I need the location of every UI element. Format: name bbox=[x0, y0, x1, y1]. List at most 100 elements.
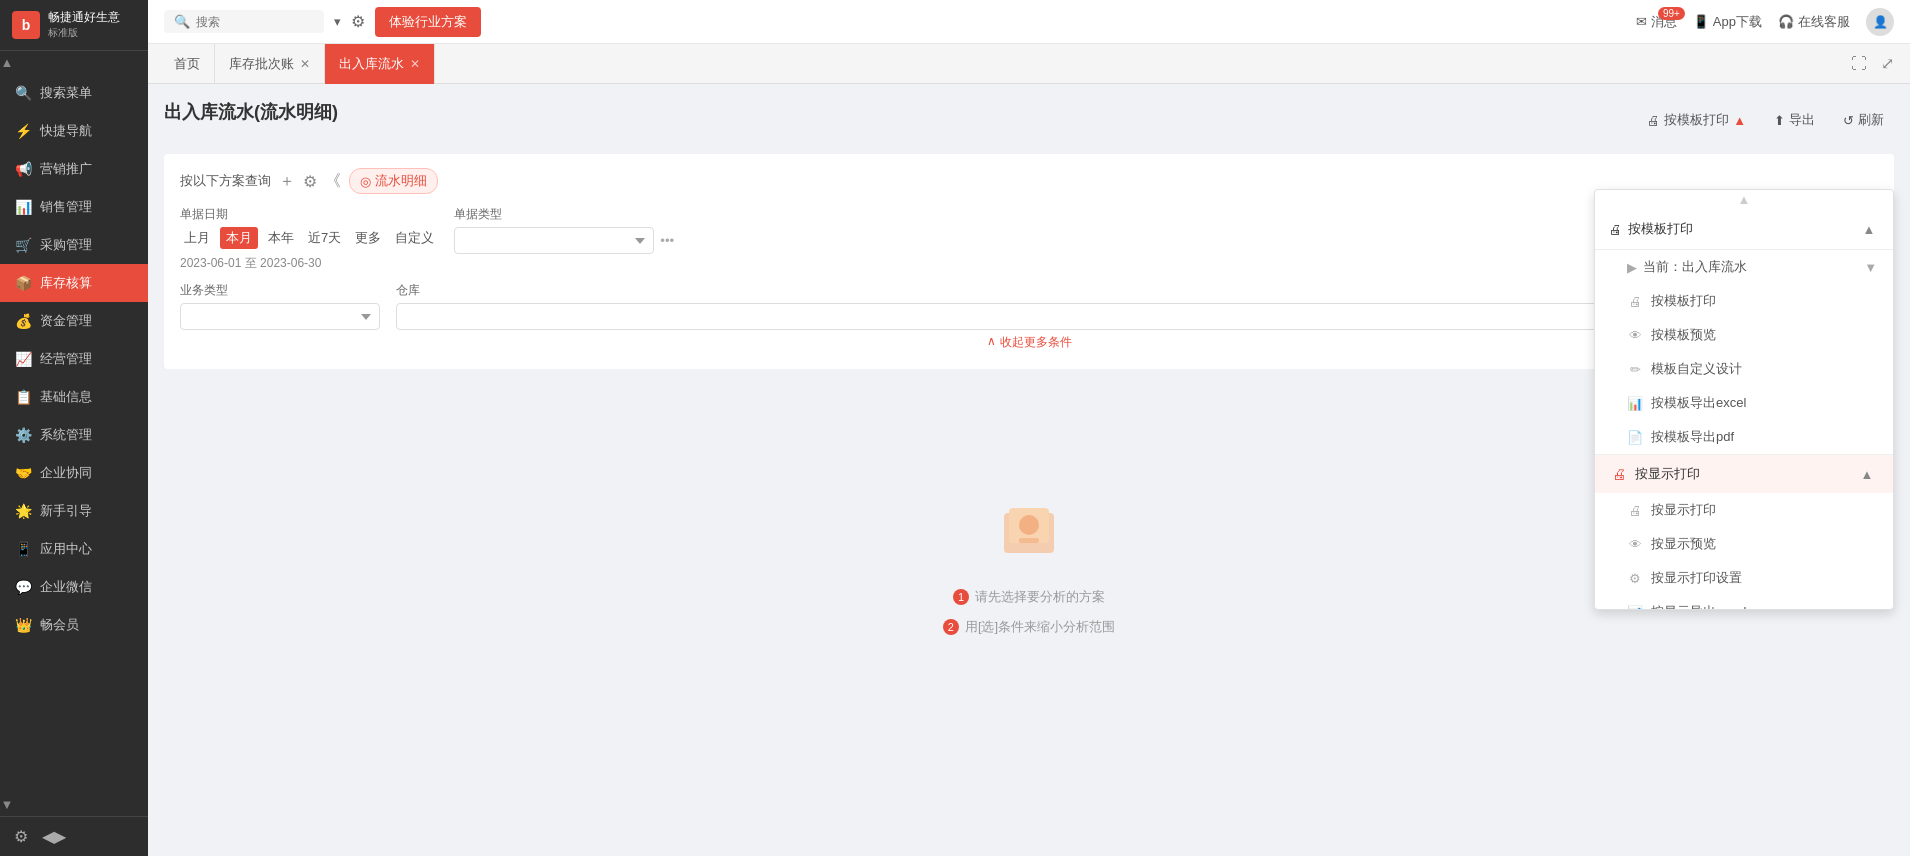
sidebar-item-wechat[interactable]: 💬 企业微信 bbox=[0, 568, 148, 606]
menu-scroll-up[interactable]: ▲ bbox=[1595, 190, 1893, 209]
tab-restore-btn[interactable]: ⛶ bbox=[1847, 51, 1871, 77]
sidebar-item-label: 企业协同 bbox=[40, 464, 92, 482]
topbar: 🔍 ▾ ⚙ 体验行业方案 ✉ 消息 99+ 📱 App下载 🎧 在线客服 bbox=[148, 0, 1910, 44]
message-icon: ✉ bbox=[1636, 14, 1647, 29]
display-print-item[interactable]: 🖨 按显示打印 bbox=[1595, 493, 1893, 527]
type-more-btn[interactable]: ••• bbox=[660, 233, 674, 248]
settings-footer-icon[interactable]: ⚙ bbox=[14, 827, 28, 846]
sidebar: b 畅捷通好生意 标准版 ▲ 🔍 搜索菜单 ⚡ 快捷导航 📢 营销推广 📊 bbox=[0, 0, 148, 856]
sidebar-item-label: 系统管理 bbox=[40, 426, 92, 444]
display-section-label: 按显示打印 bbox=[1635, 465, 1700, 483]
topbar-settings-icon[interactable]: ⚙ bbox=[351, 12, 365, 31]
add-condition-btn[interactable]: ＋ bbox=[279, 171, 295, 192]
print-menu-arrow-btn[interactable]: ▲ bbox=[1859, 219, 1879, 239]
filter-settings-btn[interactable]: ⚙ bbox=[303, 172, 317, 191]
display-settings-item[interactable]: ⚙ 按显示打印设置 bbox=[1595, 561, 1893, 595]
sidebar-item-member[interactable]: 👑 畅会员 bbox=[0, 606, 148, 644]
disp-settings-label: 按显示打印设置 bbox=[1651, 569, 1742, 587]
message-btn[interactable]: ✉ 消息 99+ bbox=[1636, 13, 1677, 31]
print-menu: ▲ 🖨 按模板打印 ▲ ▶ 当前：出入库流水 ▼ bbox=[1594, 189, 1894, 610]
tab-batch[interactable]: 库存批次账 ✕ bbox=[215, 44, 325, 84]
current-template-text: 当前：出入库流水 bbox=[1643, 258, 1747, 276]
template-custom-item[interactable]: ✏ 模板自定义设计 bbox=[1595, 352, 1893, 386]
business-field: 业务类型 bbox=[180, 282, 380, 330]
export-label: 导出 bbox=[1789, 111, 1815, 129]
type-select[interactable] bbox=[454, 227, 654, 254]
print-button[interactable]: 🖨 按模板打印 ▲ bbox=[1637, 106, 1756, 134]
print-arrow-icon: ▲ bbox=[1733, 113, 1746, 128]
sidebar-item-guide[interactable]: 🌟 新手引导 bbox=[0, 492, 148, 530]
filter-tag[interactable]: ◎ 流水明细 bbox=[349, 168, 438, 194]
sidebar-item-sales[interactable]: 📊 销售管理 bbox=[0, 188, 148, 226]
sales-icon: 📊 bbox=[14, 198, 32, 216]
user-avatar[interactable]: 👤 bbox=[1866, 8, 1894, 36]
sidebar-item-partner[interactable]: 🤝 企业协同 bbox=[0, 454, 148, 492]
collapse-sidebar-icon[interactable]: ◀▶ bbox=[42, 827, 66, 846]
sidebar-item-finance[interactable]: 💰 资金管理 bbox=[0, 302, 148, 340]
member-icon: 👑 bbox=[14, 616, 32, 634]
refresh-button[interactable]: ↺ 刷新 bbox=[1833, 106, 1894, 134]
template-preview-item[interactable]: 👁 按模板预览 bbox=[1595, 318, 1893, 352]
display-excel-item[interactable]: 📊 按显示导出excel bbox=[1595, 595, 1893, 609]
date-btn-current-month[interactable]: 本月 bbox=[220, 227, 258, 249]
online-service-btn[interactable]: 🎧 在线客服 bbox=[1778, 13, 1850, 31]
sidebar-item-operation[interactable]: 📈 经营管理 bbox=[0, 340, 148, 378]
sidebar-item-inventory[interactable]: 📦 库存核算 bbox=[0, 264, 148, 302]
sidebar-item-app[interactable]: 📱 应用中心 bbox=[0, 530, 148, 568]
business-select[interactable] bbox=[180, 303, 380, 330]
date-btn-more[interactable]: 更多 bbox=[351, 227, 385, 249]
date-btn-custom[interactable]: 自定义 bbox=[391, 227, 438, 249]
marketing-icon: 📢 bbox=[14, 160, 32, 178]
topbar-search-box[interactable]: 🔍 bbox=[164, 10, 324, 33]
tab-batch-close[interactable]: ✕ bbox=[300, 57, 310, 71]
sidebar-header: b 畅捷通好生意 标准版 bbox=[0, 0, 148, 51]
hint-num-2: 2 bbox=[943, 619, 959, 635]
sidebar-item-purchase[interactable]: 🛒 采购管理 bbox=[0, 226, 148, 264]
app-download-btn[interactable]: 📱 App下载 bbox=[1693, 13, 1762, 31]
tab-home[interactable]: 首页 bbox=[160, 44, 215, 84]
service-icon: 🎧 bbox=[1778, 14, 1794, 29]
tpl-preview-label: 按模板预览 bbox=[1651, 326, 1716, 344]
disp-print-icon: 🖨 bbox=[1627, 502, 1643, 518]
search-input[interactable] bbox=[196, 15, 306, 29]
export-icon: ⬆ bbox=[1774, 113, 1785, 128]
partner-icon: 🤝 bbox=[14, 464, 32, 482]
message-badge: 99+ bbox=[1658, 7, 1685, 20]
print-menu-title: 按模板打印 bbox=[1628, 220, 1693, 238]
sidebar-item-basic[interactable]: 📋 基础信息 bbox=[0, 378, 148, 416]
display-section-arrow[interactable]: ▲ bbox=[1857, 464, 1877, 484]
topbar-search-icon: 🔍 bbox=[174, 14, 190, 29]
tab-flow[interactable]: 出入库流水 ✕ bbox=[325, 44, 435, 84]
tab-flow-close[interactable]: ✕ bbox=[410, 57, 420, 71]
empty-svg bbox=[984, 483, 1074, 573]
sidebar-item-search[interactable]: 🔍 搜索菜单 bbox=[0, 74, 148, 112]
date-btn-7days[interactable]: 近7天 bbox=[304, 227, 345, 249]
trial-button[interactable]: 体验行业方案 bbox=[375, 7, 481, 37]
template-pdf-item[interactable]: 📄 按模板导出pdf bbox=[1595, 420, 1893, 454]
topbar-right: ✉ 消息 99+ 📱 App下载 🎧 在线客服 👤 bbox=[1636, 8, 1894, 36]
sidebar-scroll-up[interactable]: ▲ bbox=[0, 51, 14, 74]
template-excel-item[interactable]: 📊 按模板导出excel bbox=[1595, 386, 1893, 420]
sidebar-item-label: 营销推广 bbox=[40, 160, 92, 178]
template-print-item[interactable]: 🖨 按模板打印 bbox=[1595, 284, 1893, 318]
sidebar-item-label: 应用中心 bbox=[40, 540, 92, 558]
tpl-custom-icon: ✏ bbox=[1627, 361, 1643, 377]
sidebar-item-shortcut[interactable]: ⚡ 快捷导航 bbox=[0, 112, 148, 150]
search-dropdown-btn[interactable]: ▾ bbox=[334, 14, 341, 29]
sidebar-item-system[interactable]: ⚙️ 系统管理 bbox=[0, 416, 148, 454]
disp-excel-icon: 📊 bbox=[1627, 604, 1643, 609]
display-section-header[interactable]: 🖨 按显示打印 ▲ bbox=[1595, 455, 1893, 493]
collapse-conditions-btn[interactable]: 《 bbox=[325, 171, 341, 192]
date-btn-last-month[interactable]: 上月 bbox=[180, 227, 214, 249]
date-btn-year[interactable]: 本年 bbox=[264, 227, 298, 249]
display-preview-item[interactable]: 👁 按显示预览 bbox=[1595, 527, 1893, 561]
sidebar-scroll-down[interactable]: ▼ bbox=[0, 793, 14, 816]
tpl-print-label: 按模板打印 bbox=[1651, 292, 1716, 310]
tpl-excel-icon: 📊 bbox=[1627, 395, 1643, 411]
avatar-icon: 👤 bbox=[1873, 15, 1888, 29]
tab-maximize-btn[interactable]: ⤢ bbox=[1877, 50, 1898, 77]
sidebar-item-label: 畅会员 bbox=[40, 616, 79, 634]
sidebar-item-label: 资金管理 bbox=[40, 312, 92, 330]
export-button[interactable]: ⬆ 导出 bbox=[1764, 106, 1825, 134]
sidebar-item-marketing[interactable]: 📢 营销推广 bbox=[0, 150, 148, 188]
